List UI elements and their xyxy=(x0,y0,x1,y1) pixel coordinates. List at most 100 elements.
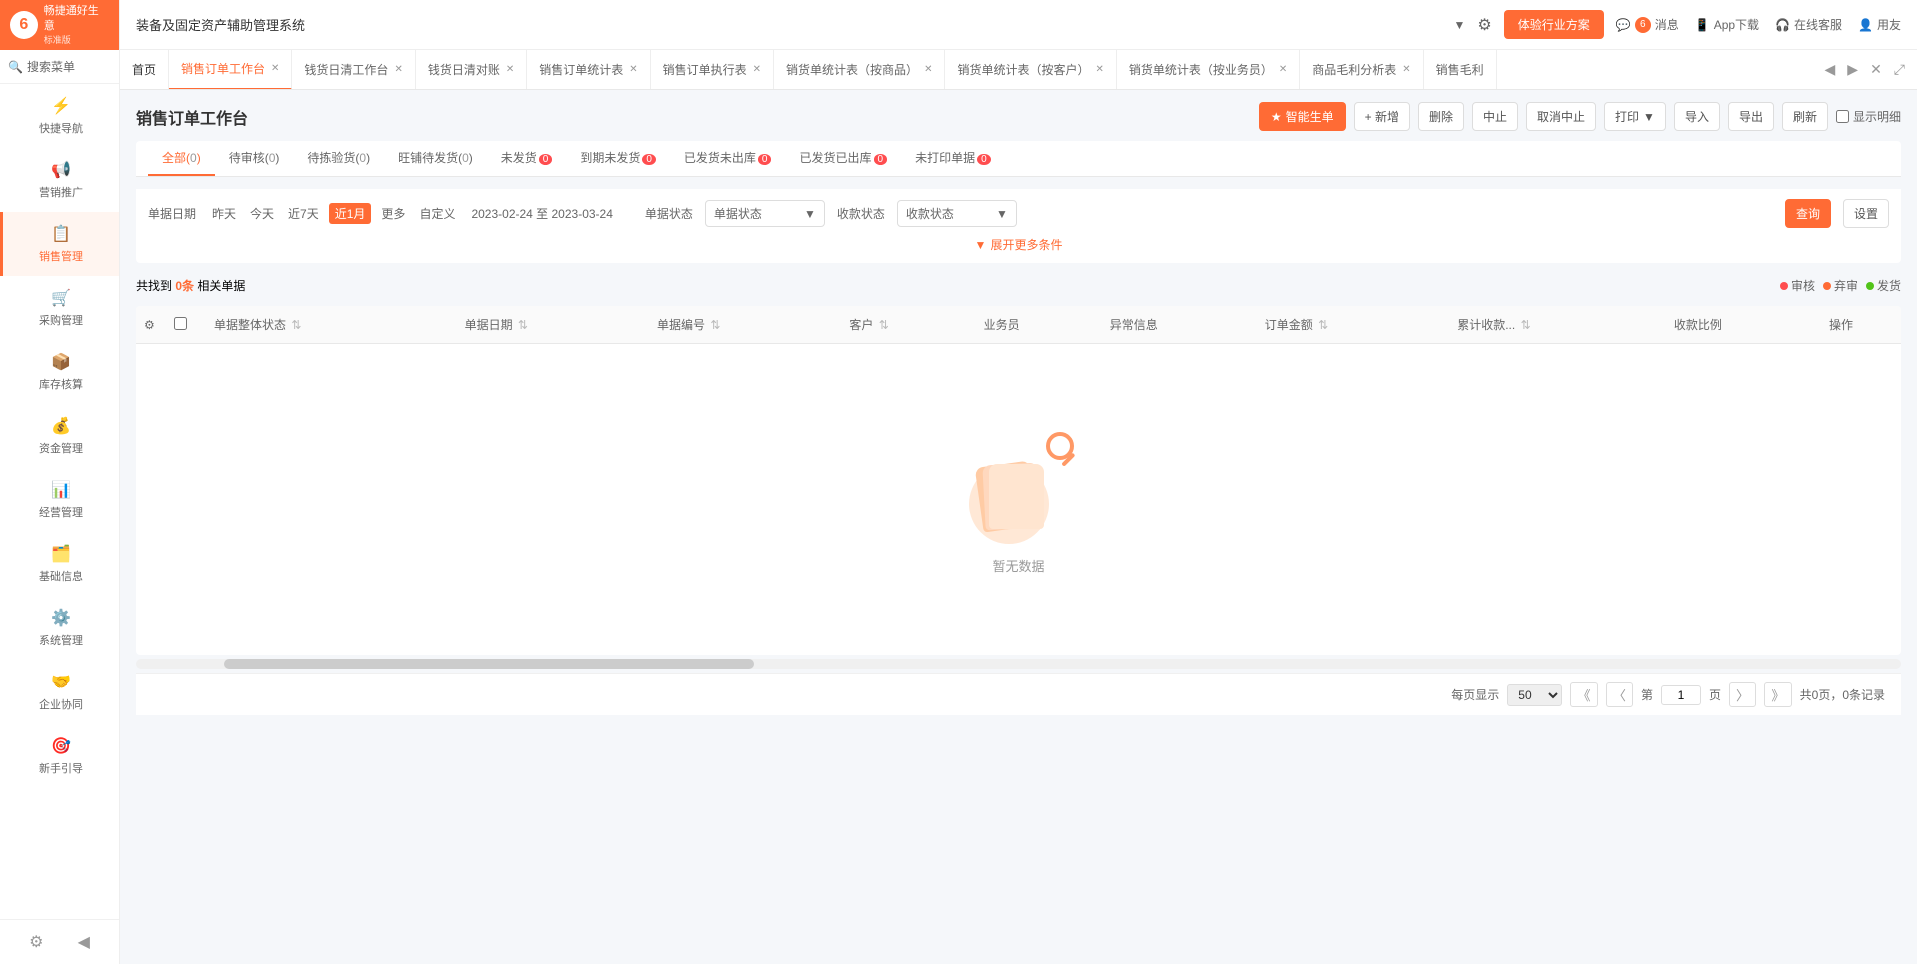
tab-expand[interactable]: ⤢ xyxy=(1890,59,1909,80)
page-number-input[interactable] xyxy=(1661,685,1701,705)
tab-close-icon[interactable]: ✕ xyxy=(1402,64,1410,75)
tab-close-icon[interactable]: ✕ xyxy=(753,64,761,75)
sidebar-item-sales[interactable]: 📋 销售管理 xyxy=(0,212,119,276)
th-status-label: 单据整体状态 xyxy=(214,318,286,332)
experience-button[interactable]: 体验行业方案 xyxy=(1504,10,1604,39)
expand-conditions-button[interactable]: ▼ 展开更多条件 xyxy=(975,236,1063,253)
app-download-item[interactable]: 📱 App下载 xyxy=(1695,16,1759,33)
date-btn-more[interactable]: 更多 xyxy=(377,203,409,224)
tab-product-margin[interactable]: 商品毛利分析表 ✕ xyxy=(1300,50,1423,90)
smart-create-label: 智能生单 xyxy=(1286,108,1334,125)
settings-button[interactable]: 设置 xyxy=(1843,199,1889,228)
query-button[interactable]: 查询 xyxy=(1785,199,1831,228)
subtab-shipped-not-out[interactable]: 已发货未出库0 xyxy=(670,141,786,176)
tab-sales-customer[interactable]: 销货单统计表（按客户） ✕ xyxy=(945,50,1116,90)
tab-close-icon[interactable]: ✕ xyxy=(271,63,279,74)
tab-nav-prev[interactable]: ◀ xyxy=(1821,59,1840,80)
tab-sales-workbench[interactable]: 销售订单工作台 ✕ xyxy=(169,50,292,90)
last-page-button[interactable]: 》 xyxy=(1764,682,1791,707)
tab-sales-stats[interactable]: 销售订单统计表 ✕ xyxy=(527,50,650,90)
sidebar-item-basic-info[interactable]: 🗂️ 基础信息 xyxy=(0,532,119,596)
sort-icon[interactable]: ⇅ xyxy=(879,318,889,332)
cancel-stop-button[interactable]: 取消中止 xyxy=(1526,102,1596,131)
settings-bottom-icon[interactable]: ⚙ xyxy=(29,932,43,952)
sidebar-item-newbie[interactable]: 🎯 新手引导 xyxy=(0,724,119,788)
system-dropdown[interactable]: ▼ xyxy=(1454,18,1466,32)
select-all-checkbox[interactable] xyxy=(174,317,187,330)
print-button[interactable]: 打印 ▼ xyxy=(1604,102,1666,131)
date-btn-7days[interactable]: 近7天 xyxy=(284,203,323,224)
tab-close-icon[interactable]: ✕ xyxy=(924,64,932,75)
collapse-icon[interactable]: ◀ xyxy=(78,932,90,952)
tab-sales-exec[interactable]: 销售订单执行表 ✕ xyxy=(651,50,774,90)
sort-icon[interactable]: ⇅ xyxy=(291,318,301,332)
payment-select[interactable]: 收款状态 ▼ xyxy=(897,200,1017,227)
show-detail-checkbox[interactable]: 显示明细 xyxy=(1836,108,1901,125)
subtab-count-highlight: 0 xyxy=(758,154,772,165)
per-page-select[interactable]: 20 50 100 xyxy=(1507,684,1562,706)
sidebar-item-operations[interactable]: 📊 经营管理 xyxy=(0,468,119,532)
sidebar-item-marketing[interactable]: 📢 营销推广 xyxy=(0,148,119,212)
next-page-button[interactable]: 〉 xyxy=(1729,682,1756,707)
tab-close-all[interactable]: ✕ xyxy=(1866,59,1886,80)
tab-close-icon[interactable]: ✕ xyxy=(506,64,514,75)
horizontal-scrollbar[interactable] xyxy=(136,659,1901,669)
tab-close-icon[interactable]: ✕ xyxy=(629,64,637,75)
message-item[interactable]: 💬 6 消息 xyxy=(1616,16,1679,33)
import-button[interactable]: 导入 xyxy=(1674,102,1720,131)
sidebar-item-purchase[interactable]: 🛒 采购管理 xyxy=(0,276,119,340)
show-detail-input[interactable] xyxy=(1836,110,1849,123)
ship-action-button[interactable]: 发货 xyxy=(1866,277,1901,294)
review-action-button[interactable]: 审核 xyxy=(1780,277,1815,294)
tab-sales-profit[interactable]: 销售毛利 xyxy=(1424,50,1497,90)
sort-icon[interactable]: ⇅ xyxy=(1318,318,1328,332)
tab-close-icon[interactable]: ✕ xyxy=(1279,64,1287,75)
sidebar-item-finance[interactable]: 💰 资金管理 xyxy=(0,404,119,468)
subtab-not-shipped[interactable]: 未发货0 xyxy=(487,141,567,176)
date-btn-custom[interactable]: 自定义 xyxy=(415,203,459,224)
subtab-expired-not-shipped[interactable]: 到期未发货0 xyxy=(566,141,670,176)
th-checkbox[interactable] xyxy=(166,306,206,344)
tab-cash-reconcile[interactable]: 钱货日清对账 ✕ xyxy=(416,50,527,90)
cancel-review-action-button[interactable]: 弃审 xyxy=(1823,277,1858,294)
tab-sales-product[interactable]: 销货单统计表（按商品） ✕ xyxy=(774,50,945,90)
export-button[interactable]: 导出 xyxy=(1728,102,1774,131)
add-button[interactable]: + 新增 xyxy=(1354,102,1410,131)
sidebar-item-quick-nav[interactable]: ⚡ 快捷导航 xyxy=(0,84,119,148)
subtab-not-printed[interactable]: 未打印单据0 xyxy=(901,141,1005,176)
sort-icon[interactable]: ⇅ xyxy=(710,318,720,332)
tab-close-icon[interactable]: ✕ xyxy=(394,64,402,75)
tab-home[interactable]: 首页 xyxy=(120,50,169,90)
delete-button[interactable]: 删除 xyxy=(1418,102,1464,131)
subtab-pending-check[interactable]: 待拣验货(0) xyxy=(293,141,384,176)
prev-page-button[interactable]: 〈 xyxy=(1606,682,1633,707)
topbar-settings-icon[interactable]: ⚙ xyxy=(1477,15,1491,35)
sidebar-item-inventory[interactable]: 📦 库存核算 xyxy=(0,340,119,404)
sidebar-search[interactable]: 🔍 搜索菜单 xyxy=(0,50,119,84)
tab-nav-next[interactable]: ▶ xyxy=(1843,59,1862,80)
smart-create-button[interactable]: ★ 智能生单 xyxy=(1259,102,1346,131)
date-btn-today[interactable]: 今天 xyxy=(246,203,278,224)
th-settings[interactable]: ⚙ xyxy=(136,306,166,344)
date-btn-yesterday[interactable]: 昨天 xyxy=(208,203,240,224)
stop-button[interactable]: 中止 xyxy=(1472,102,1518,131)
subtab-shipped-out[interactable]: 已发货已出库0 xyxy=(785,141,901,176)
date-btn-1month[interactable]: 近1月 xyxy=(329,203,372,224)
sort-icon[interactable]: ⇅ xyxy=(518,318,528,332)
th-collected: 累计收款... ⇅ xyxy=(1449,306,1666,344)
refresh-button[interactable]: 刷新 xyxy=(1782,102,1828,131)
subtab-wangpu[interactable]: 旺铺待发货(0) xyxy=(384,141,487,176)
sidebar-item-enterprise[interactable]: 🤝 企业协同 xyxy=(0,660,119,724)
tab-sales-staff[interactable]: 销货单统计表（按业务员） ✕ xyxy=(1117,50,1300,90)
sort-icon[interactable]: ⇅ xyxy=(1521,318,1531,332)
first-page-button[interactable]: 《 xyxy=(1570,682,1597,707)
online-service-item[interactable]: 🎧 在线客服 xyxy=(1775,16,1842,33)
tab-cash-daily[interactable]: 钱货日清工作台 ✕ xyxy=(292,50,415,90)
user-item[interactable]: 👤 用友 xyxy=(1858,16,1901,33)
subtab-pending-review[interactable]: 待审核(0) xyxy=(215,141,294,176)
status-select[interactable]: 单据状态 ▼ xyxy=(705,200,825,227)
tab-close-icon[interactable]: ✕ xyxy=(1095,64,1103,75)
subtab-all[interactable]: 全部(0) xyxy=(148,141,215,176)
sidebar-item-system[interactable]: ⚙️ 系统管理 xyxy=(0,596,119,660)
print-dropdown-icon: ▼ xyxy=(1643,110,1655,124)
